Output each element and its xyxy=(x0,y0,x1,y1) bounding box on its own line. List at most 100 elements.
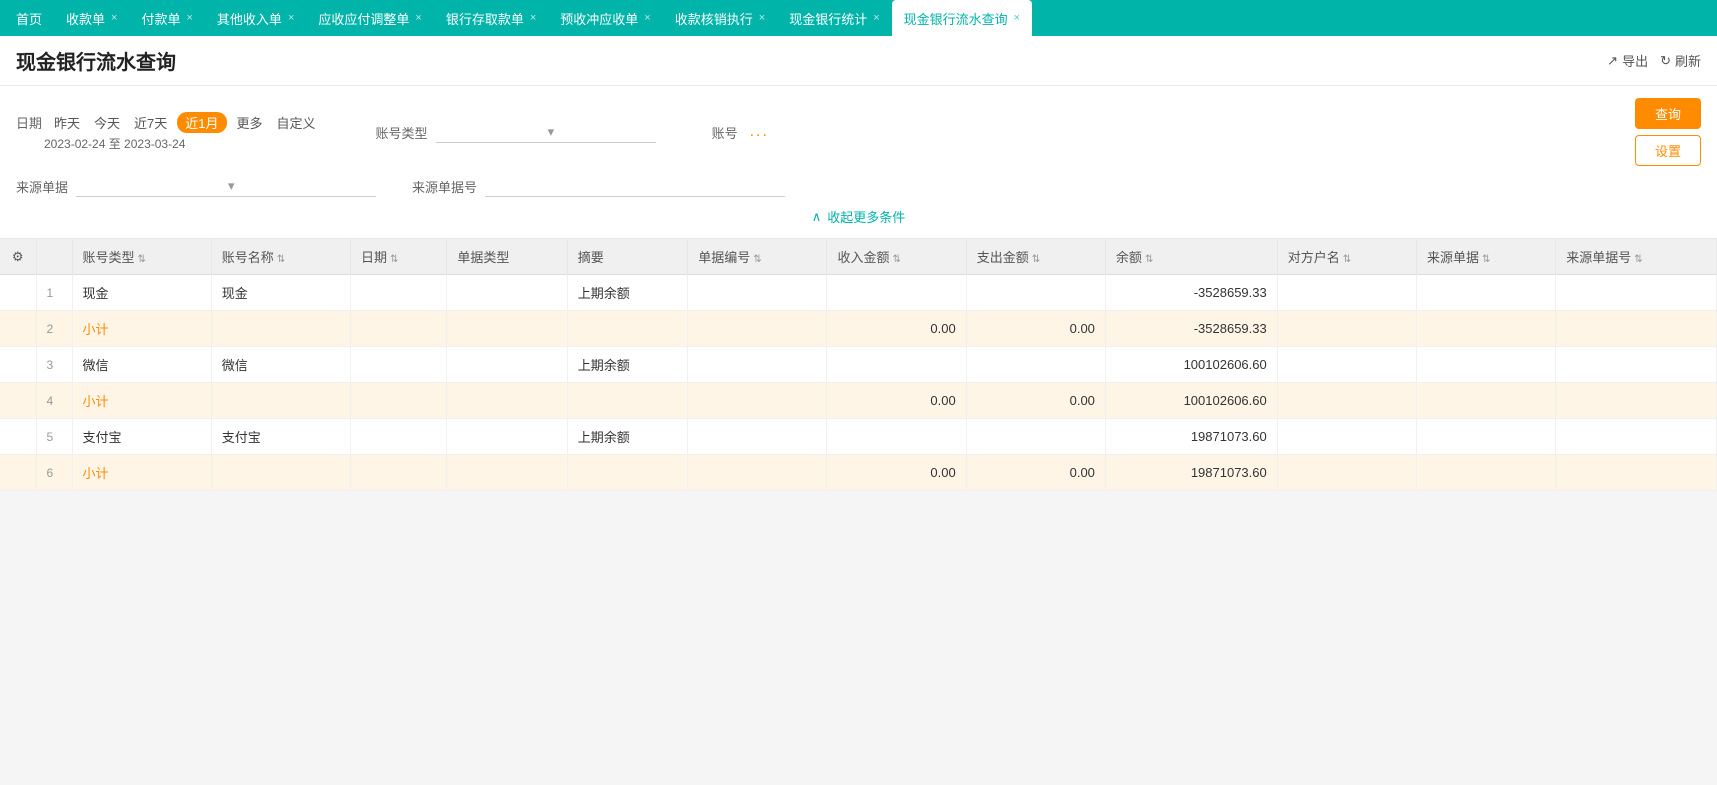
cell-doc_no xyxy=(688,347,827,383)
source-doc-select[interactable]: ▾ xyxy=(76,176,376,197)
cell-summary xyxy=(567,311,687,347)
sort-icon: ⇅ xyxy=(390,254,398,265)
nav-tab[interactable]: 现金银行流水查询× xyxy=(892,0,1032,36)
close-icon[interactable]: × xyxy=(111,12,117,24)
data-table: ⚙账号类型⇅账号名称⇅日期⇅单据类型摘要单据编号⇅收入金额⇅支出金额⇅余额⇅对方… xyxy=(0,239,1717,491)
cell-doc_no xyxy=(688,275,827,311)
query-button[interactable]: 查询 xyxy=(1635,98,1701,129)
sort-icon: ⇅ xyxy=(1145,254,1153,265)
cell-gear xyxy=(0,275,36,311)
cell-summary: 上期余额 xyxy=(567,275,687,311)
nav-tab[interactable]: 其他收入单× xyxy=(205,0,306,36)
cell-doc_type xyxy=(447,383,567,419)
cell-doc_type xyxy=(447,275,567,311)
cell-date xyxy=(350,275,446,311)
collapse-bar[interactable]: ∧ 收起更多条件 xyxy=(16,207,1701,226)
cell-account_name: 微信 xyxy=(211,347,350,383)
close-icon[interactable]: × xyxy=(644,12,650,24)
nav-home[interactable]: 首页 xyxy=(4,9,54,28)
source-doc-no-input[interactable] xyxy=(485,177,785,197)
table-header-account_type[interactable]: 账号类型⇅ xyxy=(72,239,211,275)
table-header-balance[interactable]: 余额⇅ xyxy=(1105,239,1277,275)
close-icon[interactable]: × xyxy=(415,12,421,24)
sort-icon: ⇅ xyxy=(138,254,146,265)
table-header-doc_no[interactable]: 单据编号⇅ xyxy=(688,239,827,275)
source-doc-no-label: 来源单据号 xyxy=(412,177,477,196)
cell-gear xyxy=(0,347,36,383)
nav-tab[interactable]: 现金银行统计× xyxy=(777,0,891,36)
nav-tab[interactable]: 收款单× xyxy=(54,0,129,36)
cell-num: 2 xyxy=(36,311,72,347)
cell-balance: 100102606.60 xyxy=(1105,347,1277,383)
table-header-account_name[interactable]: 账号名称⇅ xyxy=(211,239,350,275)
cell-counter_party xyxy=(1277,419,1416,455)
header-actions: ↗ 导出 ↻ 刷新 xyxy=(1607,51,1701,70)
table-header-expense[interactable]: 支出金额⇅ xyxy=(966,239,1105,275)
cell-expense: 0.00 xyxy=(966,311,1105,347)
account-more-btn[interactable]: ... xyxy=(746,123,773,141)
cell-account_name xyxy=(211,311,350,347)
nav-tab[interactable]: 应收应付调整单× xyxy=(306,0,433,36)
collapse-label: 收起更多条件 xyxy=(827,207,905,226)
top-nav: 首页 收款单×付款单×其他收入单×应收应付调整单×银行存取款单×预收冲应收单×收… xyxy=(0,0,1717,36)
cell-num: 6 xyxy=(36,455,72,491)
cell-source_doc xyxy=(1416,455,1555,491)
date-option[interactable]: 更多 xyxy=(233,112,267,133)
date-option[interactable]: 今天 xyxy=(90,112,124,133)
filter-row-1: 日期 昨天今天近7天近1月更多自定义 2023-02-24 至 2023-03-… xyxy=(16,98,1701,166)
sort-icon: ⇅ xyxy=(277,254,285,265)
cell-balance: 19871073.60 xyxy=(1105,455,1277,491)
nav-tab[interactable]: 付款单× xyxy=(129,0,204,36)
cell-doc_no xyxy=(688,383,827,419)
cell-expense xyxy=(966,347,1105,383)
close-icon[interactable]: × xyxy=(873,12,879,24)
settings-button[interactable]: 设置 xyxy=(1635,135,1701,166)
date-option[interactable]: 近7天 xyxy=(130,112,171,133)
cell-source_doc xyxy=(1416,311,1555,347)
close-icon[interactable]: × xyxy=(186,12,192,24)
nav-tab[interactable]: 预收冲应收单× xyxy=(548,0,662,36)
cell-expense xyxy=(966,275,1105,311)
cell-account_type: 现金 xyxy=(72,275,211,311)
close-icon[interactable]: × xyxy=(530,12,536,24)
account-type-select[interactable]: ▾ xyxy=(436,122,656,143)
nav-tab[interactable]: 银行存取款单× xyxy=(434,0,548,36)
cell-source_doc_no xyxy=(1556,275,1717,311)
date-option[interactable]: 昨天 xyxy=(50,112,84,133)
table-header-counter_party[interactable]: 对方户名⇅ xyxy=(1277,239,1416,275)
cell-account_type: 支付宝 xyxy=(72,419,211,455)
sort-icon: ⇅ xyxy=(1032,254,1040,265)
cell-source_doc_no xyxy=(1556,311,1717,347)
table-body: 1现金现金上期余额-3528659.332小计0.000.00-3528659.… xyxy=(0,275,1717,491)
cell-doc_no xyxy=(688,455,827,491)
table-header-date[interactable]: 日期⇅ xyxy=(350,239,446,275)
cell-source_doc_no xyxy=(1556,347,1717,383)
cell-account_name xyxy=(211,383,350,419)
table-header-income[interactable]: 收入金额⇅ xyxy=(827,239,966,275)
cell-num: 3 xyxy=(36,347,72,383)
account-type-label: 账号类型 xyxy=(376,123,428,142)
close-icon[interactable]: × xyxy=(1014,12,1020,24)
cell-gear xyxy=(0,419,36,455)
cell-account_type: 小计 xyxy=(72,383,211,419)
date-option[interactable]: 自定义 xyxy=(273,112,320,133)
cell-account_name: 支付宝 xyxy=(211,419,350,455)
table-header-source_doc[interactable]: 来源单据⇅ xyxy=(1416,239,1555,275)
table-row: 5支付宝支付宝上期余额19871073.60 xyxy=(0,419,1717,455)
close-icon[interactable]: × xyxy=(759,12,765,24)
cell-income: 0.00 xyxy=(827,383,966,419)
cell-counter_party xyxy=(1277,383,1416,419)
cell-counter_party xyxy=(1277,275,1416,311)
cell-balance: 100102606.60 xyxy=(1105,383,1277,419)
cell-doc_no xyxy=(688,311,827,347)
sort-icon: ⇅ xyxy=(1634,254,1642,265)
close-icon[interactable]: × xyxy=(288,12,294,24)
export-icon: ↗ xyxy=(1607,53,1618,69)
export-button[interactable]: ↗ 导出 xyxy=(1607,51,1648,70)
nav-tab[interactable]: 收款核销执行× xyxy=(663,0,777,36)
table-header-source_doc_no[interactable]: 来源单据号⇅ xyxy=(1556,239,1717,275)
date-option[interactable]: 近1月 xyxy=(177,112,226,133)
cell-account_type: 微信 xyxy=(72,347,211,383)
table-container: ⚙账号类型⇅账号名称⇅日期⇅单据类型摘要单据编号⇅收入金额⇅支出金额⇅余额⇅对方… xyxy=(0,239,1717,491)
refresh-button[interactable]: ↻ 刷新 xyxy=(1660,51,1701,70)
